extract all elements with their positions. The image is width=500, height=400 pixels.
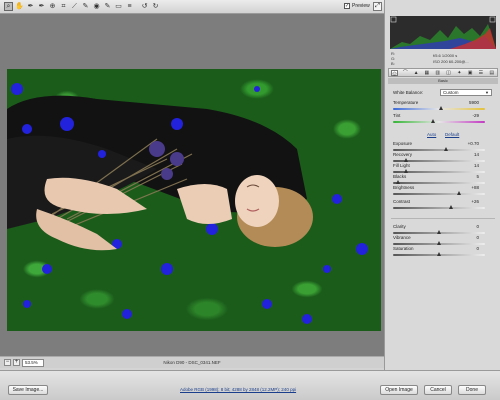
snapshots-icon[interactable]: ▤	[488, 70, 495, 76]
brightness-value[interactable]: +88	[471, 185, 479, 191]
temperature-thumb[interactable]	[438, 106, 443, 110]
recovery-value[interactable]: 14	[474, 152, 479, 158]
blacks-thumb[interactable]	[395, 180, 400, 184]
clarity-value[interactable]: 0	[476, 224, 479, 230]
saturation-thumb[interactable]	[437, 252, 441, 256]
vibrance-value[interactable]: 0	[476, 235, 479, 241]
contrast-value[interactable]: +26	[471, 199, 479, 205]
preview-label: Preview	[352, 3, 370, 9]
vibrance-thumb[interactable]	[437, 241, 441, 245]
chevron-down-icon: ▼	[485, 90, 489, 95]
exposure-label: Exposure	[393, 141, 413, 146]
readout-iso: ISO 200 60-200@...	[433, 59, 469, 64]
saturation-slider[interactable]: Saturation 0	[393, 246, 493, 258]
exposure-thumb[interactable]	[444, 147, 449, 151]
recovery-label: Recovery	[393, 152, 413, 157]
zoom-tool-icon[interactable]: ⌕	[4, 2, 13, 11]
temperature-value[interactable]: 5900	[469, 100, 479, 106]
open-image-button[interactable]: Open Image	[380, 385, 418, 395]
white-balance-tool-icon[interactable]: ✒	[26, 2, 35, 11]
vibrance-label: Vibrance	[393, 235, 411, 240]
footer: Save Image... Adobe RGB (1998); 8 bit; 4…	[0, 370, 500, 400]
exposure-value[interactable]: +0.70	[468, 141, 479, 147]
photo-preview	[7, 69, 381, 331]
brightness-track[interactable]	[393, 193, 485, 195]
tint-slider[interactable]: Tint -29	[393, 113, 493, 125]
split-toning-icon[interactable]: ▥	[434, 70, 441, 76]
blacks-value[interactable]: 5	[476, 174, 479, 180]
adjustment-brush-tool-icon[interactable]: ✎	[103, 2, 112, 11]
rotate-cw-tool-icon[interactable]: ↻	[151, 2, 160, 11]
temperature-slider[interactable]: Temperature 5900	[393, 100, 493, 112]
tint-label: Tint	[393, 113, 401, 118]
viewport-status-bar: − + 53.5% Nikon D90 - DSC_0341.NEF	[0, 356, 384, 368]
white-balance-value: Custom	[443, 90, 459, 95]
auto-link[interactable]: Auto	[427, 132, 436, 137]
recovery-thumb[interactable]	[403, 158, 408, 162]
readout-aperture: f/5.6 1/2000 s	[433, 53, 458, 58]
brightness-slider[interactable]: Brightness +88	[393, 185, 493, 197]
save-image-button[interactable]: Save Image...	[8, 385, 48, 395]
exposure-track[interactable]	[393, 149, 485, 151]
panel-tabstrip: ◎ ⌒ ▲ ▦ ▥ ◫ ✦ ▣ ☰ ▤	[388, 68, 498, 77]
tint-thumb[interactable]	[430, 119, 435, 123]
camera-calibration-icon[interactable]: ▣	[467, 70, 474, 76]
blacks-track[interactable]	[393, 182, 485, 184]
tint-track[interactable]	[393, 121, 485, 123]
aperture-icon[interactable]: ◎	[391, 70, 398, 77]
contrast-slider[interactable]: Contrast +26	[393, 199, 493, 211]
hand-tool-icon[interactable]: ✋	[15, 2, 24, 11]
contrast-thumb[interactable]	[448, 205, 453, 209]
clarity-thumb[interactable]	[437, 230, 441, 234]
cancel-button[interactable]: Cancel	[424, 385, 452, 395]
crop-tool-icon[interactable]: ⌗	[59, 2, 68, 11]
red-eye-tool-icon[interactable]: ◉	[92, 2, 101, 11]
fill-light-thumb[interactable]	[403, 169, 408, 173]
tint-value[interactable]: -29	[472, 113, 479, 119]
white-balance-select[interactable]: Custom ▼	[440, 89, 492, 96]
temperature-label: Temperature	[393, 100, 419, 105]
presets-icon[interactable]: ☰	[477, 70, 484, 76]
brightness-label: Brightness	[393, 185, 415, 190]
histogram-graph	[390, 16, 496, 49]
default-link[interactable]: Default	[445, 132, 459, 137]
section-title: Basic	[388, 78, 498, 84]
image-viewport[interactable]	[0, 14, 384, 356]
white-balance-label: White Balance:	[393, 90, 424, 95]
histogram	[390, 16, 496, 49]
lens-icon[interactable]: ◫	[445, 70, 452, 76]
targeted-adjustment-tool-icon[interactable]: ⊕	[48, 2, 57, 11]
fill-light-value[interactable]: 14	[474, 163, 479, 169]
color-sampler-tool-icon[interactable]: ✒	[37, 2, 46, 11]
brightness-thumb[interactable]	[457, 191, 462, 195]
photo-illustration	[7, 83, 368, 324]
open-preferences-tool-icon[interactable]: ≡	[125, 2, 134, 11]
done-button[interactable]: Done	[458, 385, 486, 395]
straighten-tool-icon[interactable]: ⟋	[70, 2, 79, 11]
contrast-label: Contrast	[393, 199, 411, 204]
adjustments-panel: R: G: B: f/5.6 1/2000 s ISO 200 60-200@.…	[384, 0, 500, 370]
rotate-ccw-tool-icon[interactable]: ↺	[140, 2, 149, 11]
workflow-options-link[interactable]: Adobe RGB (1998); 8 bit; 4288 by 2848 (1…	[180, 387, 296, 392]
saturation-label: Saturation	[393, 246, 414, 251]
saturation-value[interactable]: 0	[476, 246, 479, 252]
effects-icon[interactable]: ✦	[456, 70, 463, 76]
graduated-filter-tool-icon[interactable]: ▭	[114, 2, 123, 11]
filename-label: Nikon D90 - DSC_0341.NEF	[163, 360, 221, 365]
tone-curve-icon[interactable]: ⌒	[402, 70, 409, 76]
spot-removal-tool-icon[interactable]: ✎	[81, 2, 90, 11]
preview-checkbox[interactable]: ✓	[344, 3, 350, 9]
contrast-track[interactable]	[393, 207, 485, 209]
clarity-label: Clarity	[393, 224, 406, 229]
readout-b: B:	[391, 61, 395, 66]
detail-icon[interactable]: ▲	[413, 70, 420, 76]
fullscreen-icon[interactable]: ⤢	[373, 2, 382, 11]
divider	[391, 218, 495, 219]
hsl-icon[interactable]: ▦	[423, 70, 430, 76]
